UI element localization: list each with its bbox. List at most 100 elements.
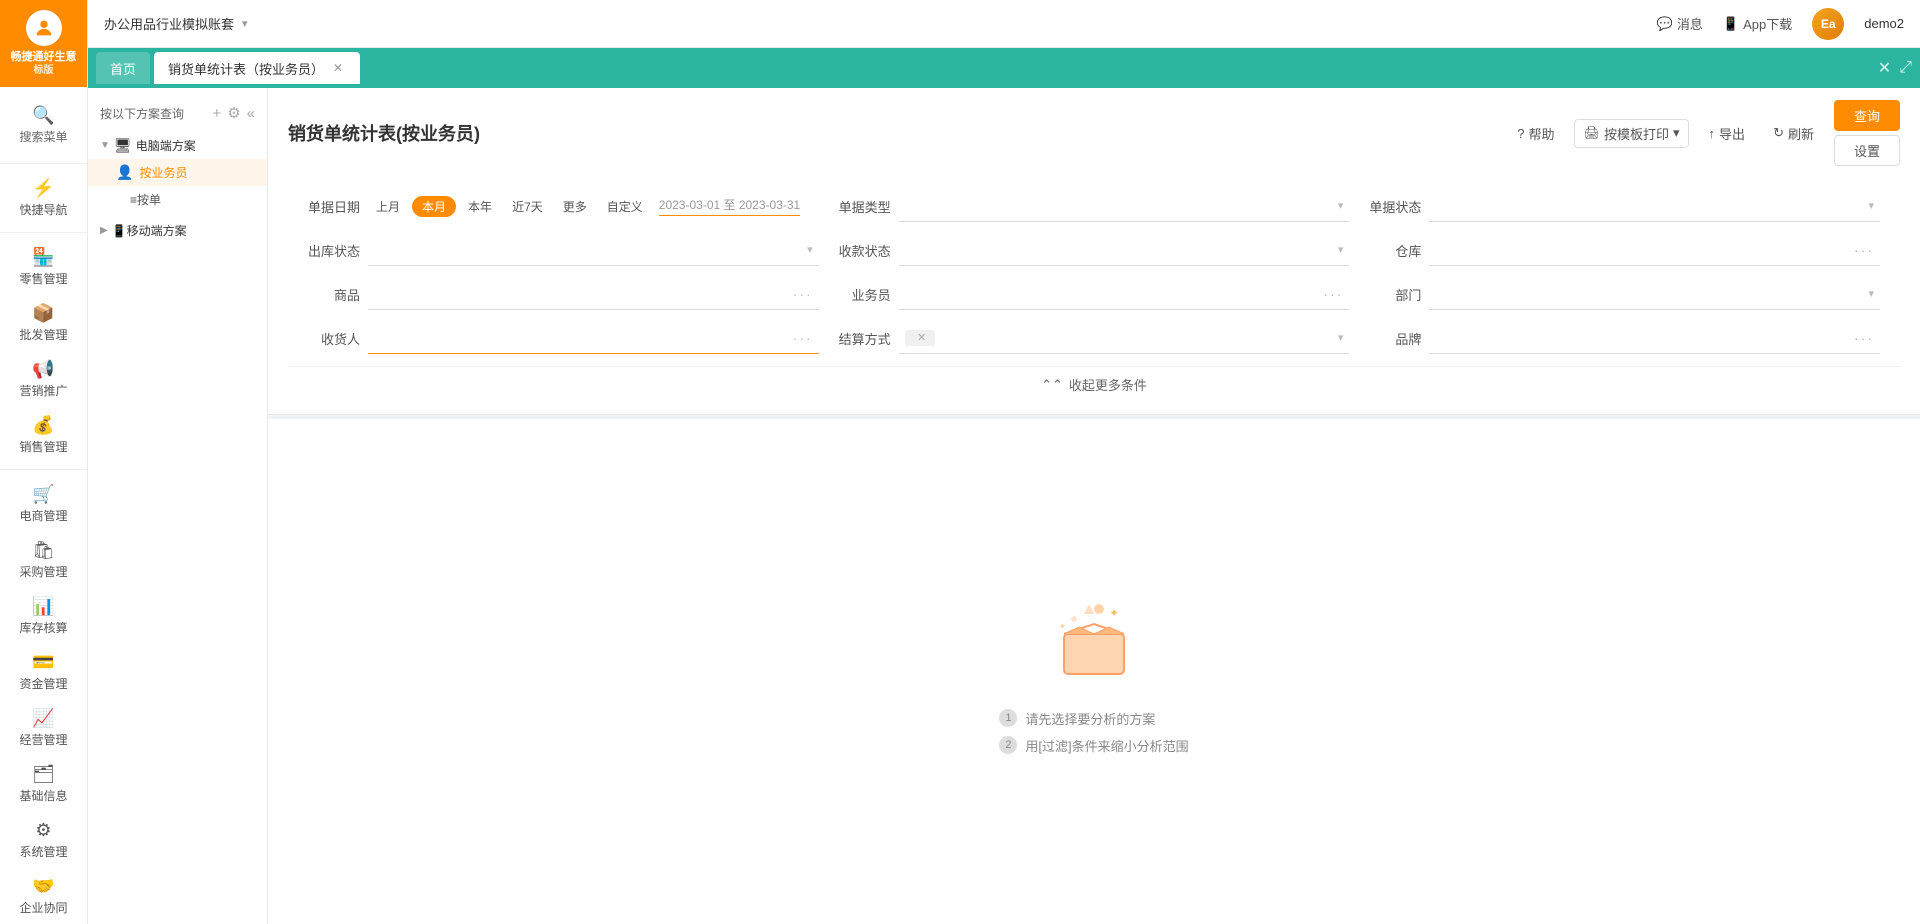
tab-sales-stat[interactable]: 销货单统计表（按业务员） ✕ (154, 52, 360, 84)
date-tab-custom[interactable]: 自定义 (599, 196, 651, 217)
warehouse-dots: ··· (1854, 242, 1874, 258)
refresh-btn[interactable]: ↻ 刷新 (1765, 120, 1822, 147)
template-print-btn[interactable]: 🖨 按模板打印 ▾ (1574, 119, 1688, 148)
empty-tips: 1 请先选择要分析的方案 2 用[过滤]条件来缩小分析范围 (999, 709, 1188, 755)
desktop-scheme-header[interactable]: ▼ 🖥 电脑端方案 (88, 132, 267, 159)
print-icon: 🖨 (1583, 125, 1600, 141)
corp-nav-item[interactable]: 🤝 企业协同 (0, 868, 87, 924)
collapse-arrow-icon: ⌃⌃ (1041, 377, 1063, 393)
date-tab-this-month[interactable]: 本月 (412, 196, 456, 217)
tab-home[interactable]: 首页 (96, 52, 150, 84)
doc-status-control[interactable]: ▾ (1429, 190, 1880, 222)
empty-tip-2: 2 用[过滤]条件来缩小分析范围 (999, 736, 1188, 755)
add-scheme-btn[interactable]: + (212, 105, 221, 122)
doc-type-control[interactable]: ▾ (899, 190, 1350, 222)
collapse-panel-btn[interactable]: « (247, 105, 255, 122)
ecomm-label: 电商管理 (19, 507, 67, 524)
user-avatar[interactable]: Ea (1812, 8, 1844, 40)
filter-brand: 品牌 ··· (1369, 322, 1880, 354)
settings-scheme-btn[interactable]: ⚙ (227, 104, 240, 122)
settlement-control[interactable]: ✕ ▾ (899, 322, 1350, 354)
sidebar-logo[interactable]: 畅捷通好生意 标版 (0, 0, 88, 87)
tab-close-all-btn[interactable]: ✕ (1878, 58, 1891, 78)
finance-nav-item[interactable]: 💳 资金管理 (0, 644, 87, 700)
retail-nav-item[interactable]: 🏪 零售管理 (0, 239, 87, 295)
help-label: 帮助 (1528, 124, 1554, 143)
system-icon: ⚙ (35, 820, 51, 841)
filter-area: 单据日期 上月 本月 本年 近7天 更多 自定义 20 (288, 178, 1900, 414)
page-header: 销货单统计表(按业务员) ? 帮助 🖨 按模板打印 ▾ ↑ (268, 88, 1920, 415)
brand-control[interactable]: ··· (1429, 322, 1880, 354)
retail-icon: 🏪 (32, 247, 54, 268)
wholesale-nav-item[interactable]: 📦 批发管理 (0, 295, 87, 351)
collect-status-control[interactable]: ▾ (899, 234, 1350, 266)
refresh-icon: ↻ (1773, 125, 1784, 141)
logo-text: 畅捷通好生意 (11, 50, 77, 64)
salesperson-control[interactable]: ··· (899, 278, 1350, 310)
collect-status-arrow: ▾ (1338, 243, 1344, 256)
date-tab-this-year[interactable]: 本年 (460, 196, 500, 217)
out-status-label: 出库状态 (308, 241, 360, 260)
retail-section: 🏪 零售管理 📦 批发管理 📢 营销推广 💰 销售管理 (0, 233, 87, 470)
product-dots: ··· (793, 286, 813, 302)
receiver-control[interactable]: ··· (368, 322, 819, 354)
scheme-sub-item-order[interactable]: ≡ 按单 (88, 186, 267, 213)
logo-icon (26, 10, 62, 46)
query-btn[interactable]: 查询 (1834, 100, 1900, 131)
dept-label: 部门 (1369, 285, 1421, 304)
purchase-nav-item[interactable]: 🛍 采购管理 (0, 532, 87, 588)
system-nav-item[interactable]: ⚙ 系统管理 (0, 812, 87, 868)
operation-nav-item[interactable]: 📈 经营管理 (0, 700, 87, 756)
doc-status-arrow: ▾ (1868, 199, 1874, 212)
user-name[interactable]: demo2 (1864, 16, 1904, 31)
mobile-arrow-icon: ▶ (100, 225, 108, 236)
system-label: 系统管理 (19, 843, 67, 860)
tip-text-1: 请先选择要分析的方案 (1025, 709, 1155, 728)
salesperson-scheme-icon: 👤 (116, 164, 133, 181)
settings-btn[interactable]: 设置 (1834, 135, 1900, 166)
search-label: 搜索菜单 (19, 128, 67, 145)
help-btn[interactable]: ? 帮助 (1509, 120, 1562, 147)
collapse-more-btn[interactable]: ⌃⌃ 收起更多条件 (328, 367, 1860, 402)
mobile-scheme-header[interactable]: ▶ 📱 移动端方案 (88, 217, 267, 244)
app-dropdown-arrow[interactable]: ▾ (242, 17, 248, 30)
help-icon: ? (1517, 126, 1524, 141)
search-menu-item[interactable]: 🔍 搜索菜单 (0, 97, 87, 153)
finance-icon: 💳 (32, 652, 54, 673)
quick-nav-icon: ⚡ (32, 178, 54, 199)
page-title: 销货单统计表(按业务员) (288, 120, 480, 146)
inventory-icon: 📊 (32, 596, 54, 617)
filter-product: 商品 ··· (308, 278, 819, 310)
product-control[interactable]: ··· (368, 278, 819, 310)
ecomm-nav-item[interactable]: 🛒 电商管理 (0, 476, 87, 532)
date-range-display[interactable]: 2023-03-01 至 2023-03-31 (659, 196, 800, 216)
scheme-item-salesperson[interactable]: 👤 按业务员 (88, 159, 267, 186)
message-action[interactable]: 💬 消息 (1657, 14, 1703, 33)
export-btn[interactable]: ↑ 导出 (1701, 120, 1754, 147)
inventory-nav-item[interactable]: 📊 库存核算 (0, 588, 87, 644)
dept-control[interactable]: ▾ (1429, 278, 1880, 310)
sales-nav-item[interactable]: 💰 销售管理 (0, 407, 87, 463)
warehouse-control[interactable]: ··· (1429, 234, 1880, 266)
date-tab-more[interactable]: 更多 (555, 196, 595, 217)
date-tab-last-month[interactable]: 上月 (368, 196, 408, 217)
tab-close-btn[interactable]: ✕ (330, 60, 346, 76)
svg-text:✦: ✦ (1109, 606, 1119, 620)
user-avatar-initials: Ea (1821, 17, 1836, 31)
out-status-control[interactable]: ▾ (368, 234, 819, 266)
filter-dept: 部门 ▾ (1369, 278, 1880, 310)
app-download-action[interactable]: 📱 App下载 (1723, 14, 1792, 33)
salesperson-scheme-label: 按业务员 (139, 164, 187, 181)
message-icon: 💬 (1657, 16, 1673, 32)
date-tabs: 上月 本月 本年 近7天 更多 自定义 (368, 196, 651, 217)
basic-nav-item[interactable]: 🗂 基础信息 (0, 756, 87, 812)
settlement-clear-btn[interactable]: ✕ (915, 331, 929, 345)
doc-type-arrow: ▾ (1338, 199, 1344, 212)
date-tab-last7[interactable]: 近7天 (504, 196, 551, 217)
empty-state: ✦ ✦ 1 请先选择要分析的方案 2 用[过滤]条件来缩小分析范围 (268, 419, 1920, 924)
marketing-nav-item[interactable]: 📢 营销推广 (0, 351, 87, 407)
tab-expand-btn[interactable]: ⤢ (1899, 59, 1912, 77)
sales-icon: 💰 (32, 415, 54, 436)
quick-nav-item[interactable]: ⚡ 快捷导航 (0, 170, 87, 226)
wholesale-icon: 📦 (32, 303, 54, 324)
